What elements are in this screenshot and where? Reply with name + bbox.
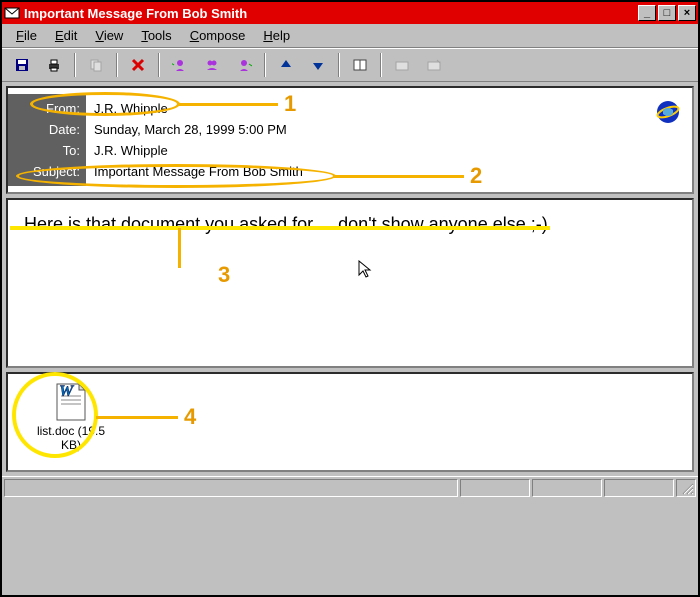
annotation-number-3: 3	[218, 262, 230, 288]
menubar: File Edit View Tools Compose Help	[2, 24, 698, 48]
annotation-line-3	[178, 228, 181, 268]
subject-label: Subject:	[8, 161, 86, 182]
status-resize-grip[interactable]	[676, 479, 696, 497]
annotation-number-4: 4	[184, 404, 196, 430]
toolbar-separator	[74, 53, 76, 77]
delete-icon[interactable]	[123, 52, 153, 78]
date-value: Sunday, March 28, 1999 5:00 PM	[92, 119, 684, 140]
toolbar-separator	[380, 53, 382, 77]
reply-icon[interactable]	[165, 52, 195, 78]
mail-action1-icon[interactable]	[387, 52, 417, 78]
toolbar-separator	[158, 53, 160, 77]
menu-compose[interactable]: Compose	[182, 26, 254, 45]
attachment-label: list.doc (19.5 KB)	[26, 424, 116, 452]
close-button[interactable]: ×	[678, 5, 696, 21]
header-values: J.R. Whipple Sunday, March 28, 1999 5:00…	[86, 94, 684, 186]
reply-all-icon[interactable]	[197, 52, 227, 78]
previous-icon[interactable]	[271, 52, 301, 78]
next-icon[interactable]	[303, 52, 333, 78]
toolbar-separator	[264, 53, 266, 77]
from-value: J.R. Whipple	[92, 98, 684, 119]
save-icon[interactable]	[7, 52, 37, 78]
toolbar-separator	[338, 53, 340, 77]
subject-value: Important Message From Bob Smith	[92, 161, 684, 182]
body-text: Here is that document you asked for ... …	[24, 214, 548, 234]
minimize-button[interactable]: _	[638, 5, 656, 21]
message-body[interactable]: Here is that document you asked for ... …	[6, 198, 694, 368]
toolbar	[2, 48, 698, 82]
attachment-item[interactable]: W list.doc (19.5 KB)	[26, 382, 116, 452]
attachment-pane: W list.doc (19.5 KB) 4	[6, 372, 694, 472]
status-cell	[460, 479, 530, 497]
print-icon[interactable]	[39, 52, 69, 78]
to-value: J.R. Whipple	[92, 140, 684, 161]
menu-view[interactable]: View	[87, 26, 131, 45]
date-label: Date:	[8, 119, 86, 140]
menu-tools[interactable]: Tools	[133, 26, 179, 45]
status-cell	[532, 479, 602, 497]
addressbook-icon[interactable]	[345, 52, 375, 78]
toolbar-separator	[116, 53, 118, 77]
to-label: To:	[8, 140, 86, 161]
mail-icon	[4, 5, 20, 21]
menu-help[interactable]: Help	[255, 26, 298, 45]
forward-icon[interactable]	[229, 52, 259, 78]
window: Important Message From Bob Smith _ □ × F…	[0, 0, 700, 597]
menu-file[interactable]: File	[8, 26, 45, 45]
statusbar	[2, 476, 698, 498]
status-cell	[604, 479, 674, 497]
message-header: From: Date: To: Subject: J.R. Whipple Su…	[6, 86, 694, 194]
maximize-button[interactable]: □	[658, 5, 676, 21]
header-labels: From: Date: To: Subject:	[8, 94, 86, 186]
titlebar[interactable]: Important Message From Bob Smith _ □ ×	[2, 2, 698, 24]
from-label: From:	[8, 98, 86, 119]
window-title: Important Message From Bob Smith	[24, 6, 638, 21]
mail-action2-icon[interactable]	[419, 52, 449, 78]
copy-icon[interactable]	[81, 52, 111, 78]
menu-edit[interactable]: Edit	[47, 26, 85, 45]
status-cell	[4, 479, 458, 497]
svg-text:W: W	[59, 383, 75, 400]
word-doc-icon: W	[53, 382, 89, 422]
window-buttons: _ □ ×	[638, 5, 696, 21]
ie-logo-icon	[654, 98, 682, 126]
cursor-icon	[358, 260, 374, 285]
